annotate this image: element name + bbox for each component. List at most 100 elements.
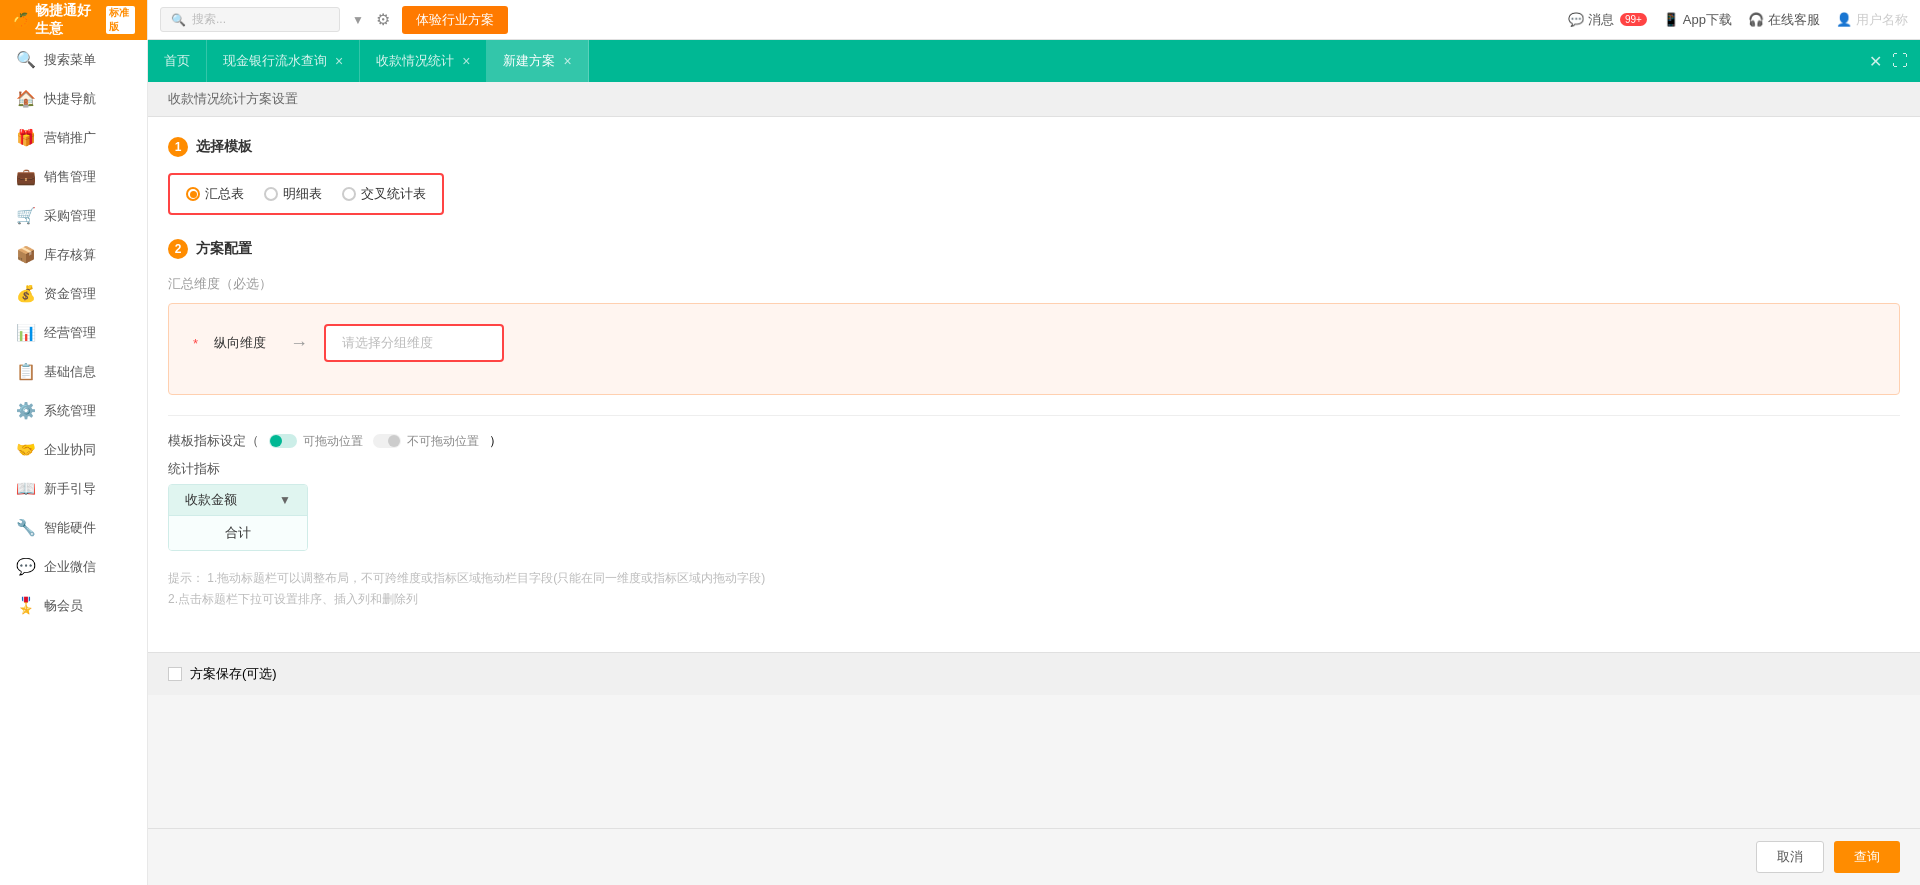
gear-icon: ⚙️ bbox=[16, 401, 36, 420]
topbar-right: 💬 消息 99+ 📱 App下载 🎧 在线客服 👤 用户名称 bbox=[1568, 11, 1908, 29]
template-options-box: 汇总表 明细表 交叉统计表 bbox=[168, 173, 444, 215]
chart-icon: 📊 bbox=[16, 323, 36, 342]
sidebar-item-label: 快捷导航 bbox=[44, 90, 96, 108]
tip1: 提示： 1.拖动标题栏可以调整布局，不可跨维度或指标区域拖动栏目字段(只能在同一… bbox=[168, 570, 1900, 587]
tab-home[interactable]: 首页 bbox=[148, 40, 207, 82]
sidebar-item-member[interactable]: 🎖️ 畅会员 bbox=[0, 586, 147, 625]
tab-close-icon[interactable]: × bbox=[335, 53, 343, 69]
radio-summary-label: 汇总表 bbox=[205, 185, 244, 203]
section2-num: 2 bbox=[168, 239, 188, 259]
sidebar-item-purchase[interactable]: 🛒 采购管理 bbox=[0, 196, 147, 235]
maximize-icon[interactable]: ⛶ bbox=[1892, 52, 1908, 70]
save-option-bar: 方案保存(可选) bbox=[148, 652, 1920, 695]
indicator-dropdown-icon[interactable]: ▼ bbox=[279, 493, 291, 507]
radio-cross-table[interactable]: 交叉统计表 bbox=[342, 185, 426, 203]
tabbar: 首页 现金银行流水查询 × 收款情况统计 × 新建方案 × ✕ ⛶ bbox=[148, 40, 1920, 82]
draggable-toggle[interactable]: 可拖动位置 bbox=[269, 433, 363, 450]
sidebar-item-guide[interactable]: 📖 新手引导 bbox=[0, 469, 147, 508]
sidebar-item-hardware[interactable]: 🔧 智能硬件 bbox=[0, 508, 147, 547]
tab-label: 新建方案 bbox=[503, 52, 555, 70]
member-icon: 🎖️ bbox=[16, 596, 36, 615]
sidebar-item-label: 系统管理 bbox=[44, 402, 96, 420]
message-icon: 💬 bbox=[1568, 12, 1584, 27]
tabbar-controls: ✕ ⛶ bbox=[1857, 40, 1920, 82]
page-body: 1 选择模板 汇总表 明细表 交叉统计表 bbox=[148, 117, 1920, 652]
section-divider bbox=[168, 415, 1900, 416]
save-checkbox[interactable] bbox=[168, 667, 182, 681]
tab-label: 收款情况统计 bbox=[376, 52, 454, 70]
tips-section: 提示： 1.拖动标题栏可以调整布局，不可跨维度或指标区域拖动栏目字段(只能在同一… bbox=[168, 570, 1900, 608]
sidebar-item-wechat[interactable]: 💬 企业微信 bbox=[0, 547, 147, 586]
sidebar-item-inventory[interactable]: 📦 库存核算 bbox=[0, 235, 147, 274]
cancel-button[interactable]: 取消 bbox=[1756, 841, 1824, 873]
clipboard-icon: 📋 bbox=[16, 362, 36, 381]
wechat-icon: 💬 bbox=[16, 557, 36, 576]
box-icon: 📦 bbox=[16, 245, 36, 264]
indicator-table-header[interactable]: 收款金额 ▼ bbox=[169, 485, 307, 515]
indicator-settings-label: 模板指标设定（ bbox=[168, 432, 259, 450]
page-content: 收款情况统计方案设置 1 选择模板 汇总表 明细表 bbox=[148, 82, 1920, 828]
non-draggable-toggle[interactable]: 不可拖动位置 bbox=[373, 433, 479, 450]
sidebar-item-basic[interactable]: 📋 基础信息 bbox=[0, 352, 147, 391]
section1-title: 1 选择模板 bbox=[168, 137, 1900, 157]
tab-close-icon[interactable]: × bbox=[462, 53, 470, 69]
template-section: 1 选择模板 汇总表 明细表 交叉统计表 bbox=[168, 137, 1900, 215]
hardware-icon: 🔧 bbox=[16, 518, 36, 537]
sidebar-item-search[interactable]: 🔍 搜索菜单 bbox=[0, 40, 147, 79]
radio-detail-circle bbox=[264, 187, 278, 201]
query-button[interactable]: 查询 bbox=[1834, 841, 1900, 873]
section2-label: 方案配置 bbox=[196, 240, 252, 258]
download-icon: 📱 bbox=[1663, 12, 1679, 27]
dimension-selector[interactable]: 请选择分组维度 bbox=[324, 324, 504, 362]
tab-new-plan[interactable]: 新建方案 × bbox=[487, 40, 588, 82]
handshake-icon: 🤝 bbox=[16, 440, 36, 459]
sidebar-item-finance[interactable]: 💰 资金管理 bbox=[0, 274, 147, 313]
app-logo: 🍊 畅捷通好生意 标准版 bbox=[0, 0, 147, 40]
radio-detail-label: 明细表 bbox=[283, 185, 322, 203]
indicator-table-cell: 合计 bbox=[169, 515, 307, 550]
sidebar-item-label: 新手引导 bbox=[44, 480, 96, 498]
settings-icon[interactable]: ⚙ bbox=[376, 10, 390, 29]
indicator-paren-close: ） bbox=[489, 432, 502, 450]
sidebar-item-label: 资金管理 bbox=[44, 285, 96, 303]
gift-icon: 🎁 bbox=[16, 128, 36, 147]
tab-label: 首页 bbox=[164, 52, 190, 70]
sidebar-item-nav[interactable]: 🏠 快捷导航 bbox=[0, 79, 147, 118]
main-area: 🔍 搜索... ▼ ⚙ 体验行业方案 💬 消息 99+ 📱 App下载 🎧 在线… bbox=[148, 0, 1920, 885]
message-button[interactable]: 💬 消息 99+ bbox=[1568, 11, 1647, 29]
industry-solution-button[interactable]: 体验行业方案 bbox=[402, 6, 508, 34]
sidebar-item-label: 搜索菜单 bbox=[44, 51, 96, 69]
radio-summary-table[interactable]: 汇总表 bbox=[186, 185, 244, 203]
search-dropdown-arrow[interactable]: ▼ bbox=[352, 13, 364, 27]
sidebar-item-label: 基础信息 bbox=[44, 363, 96, 381]
support-button[interactable]: 🎧 在线客服 bbox=[1748, 11, 1820, 29]
sidebar-item-sales[interactable]: 💼 销售管理 bbox=[0, 157, 147, 196]
sidebar-item-enterprise[interactable]: 🤝 企业协同 bbox=[0, 430, 147, 469]
radio-detail-table[interactable]: 明细表 bbox=[264, 185, 322, 203]
search-input[interactable]: 🔍 搜索... bbox=[160, 7, 340, 32]
sidebar-item-label: 经营管理 bbox=[44, 324, 96, 342]
indicator-table-area: 统计指标 收款金额 ▼ 合计 bbox=[168, 460, 1900, 554]
user-menu[interactable]: 👤 用户名称 bbox=[1836, 11, 1908, 29]
sidebar-item-marketing[interactable]: 🎁 营销推广 bbox=[0, 118, 147, 157]
tab-close-icon[interactable]: × bbox=[563, 53, 571, 69]
sidebar-item-management[interactable]: 📊 经营管理 bbox=[0, 313, 147, 352]
tab-collection-stats[interactable]: 收款情况统计 × bbox=[360, 40, 487, 82]
indicator-label-row: 模板指标设定（ 可拖动位置 不可拖动位置 ） bbox=[168, 432, 1900, 450]
sidebar-item-label: 智能硬件 bbox=[44, 519, 96, 537]
draggable-toggle-dot bbox=[269, 434, 297, 448]
sidebar-item-system[interactable]: ⚙️ 系统管理 bbox=[0, 391, 147, 430]
non-draggable-toggle-label: 不可拖动位置 bbox=[407, 433, 479, 450]
required-indicator: * bbox=[193, 336, 198, 351]
search-icon: 🔍 bbox=[16, 50, 36, 69]
download-button[interactable]: 📱 App下载 bbox=[1663, 11, 1732, 29]
indicator-header-label: 收款金额 bbox=[185, 491, 237, 509]
vertical-dimension-row: * 纵向维度 → 请选择分组维度 bbox=[193, 324, 1875, 362]
sales-icon: 💼 bbox=[16, 167, 36, 186]
sidebar-item-label: 畅会员 bbox=[44, 597, 83, 615]
tab-bank-flow[interactable]: 现金银行流水查询 × bbox=[207, 40, 360, 82]
user-icon: 👤 bbox=[1836, 12, 1852, 27]
dimension-config: 汇总维度（必选） * 纵向维度 → 请选择分组维度 bbox=[168, 275, 1900, 395]
dimension-area: * 纵向维度 → 请选择分组维度 bbox=[168, 303, 1900, 395]
close-window-icon[interactable]: ✕ bbox=[1869, 52, 1882, 71]
